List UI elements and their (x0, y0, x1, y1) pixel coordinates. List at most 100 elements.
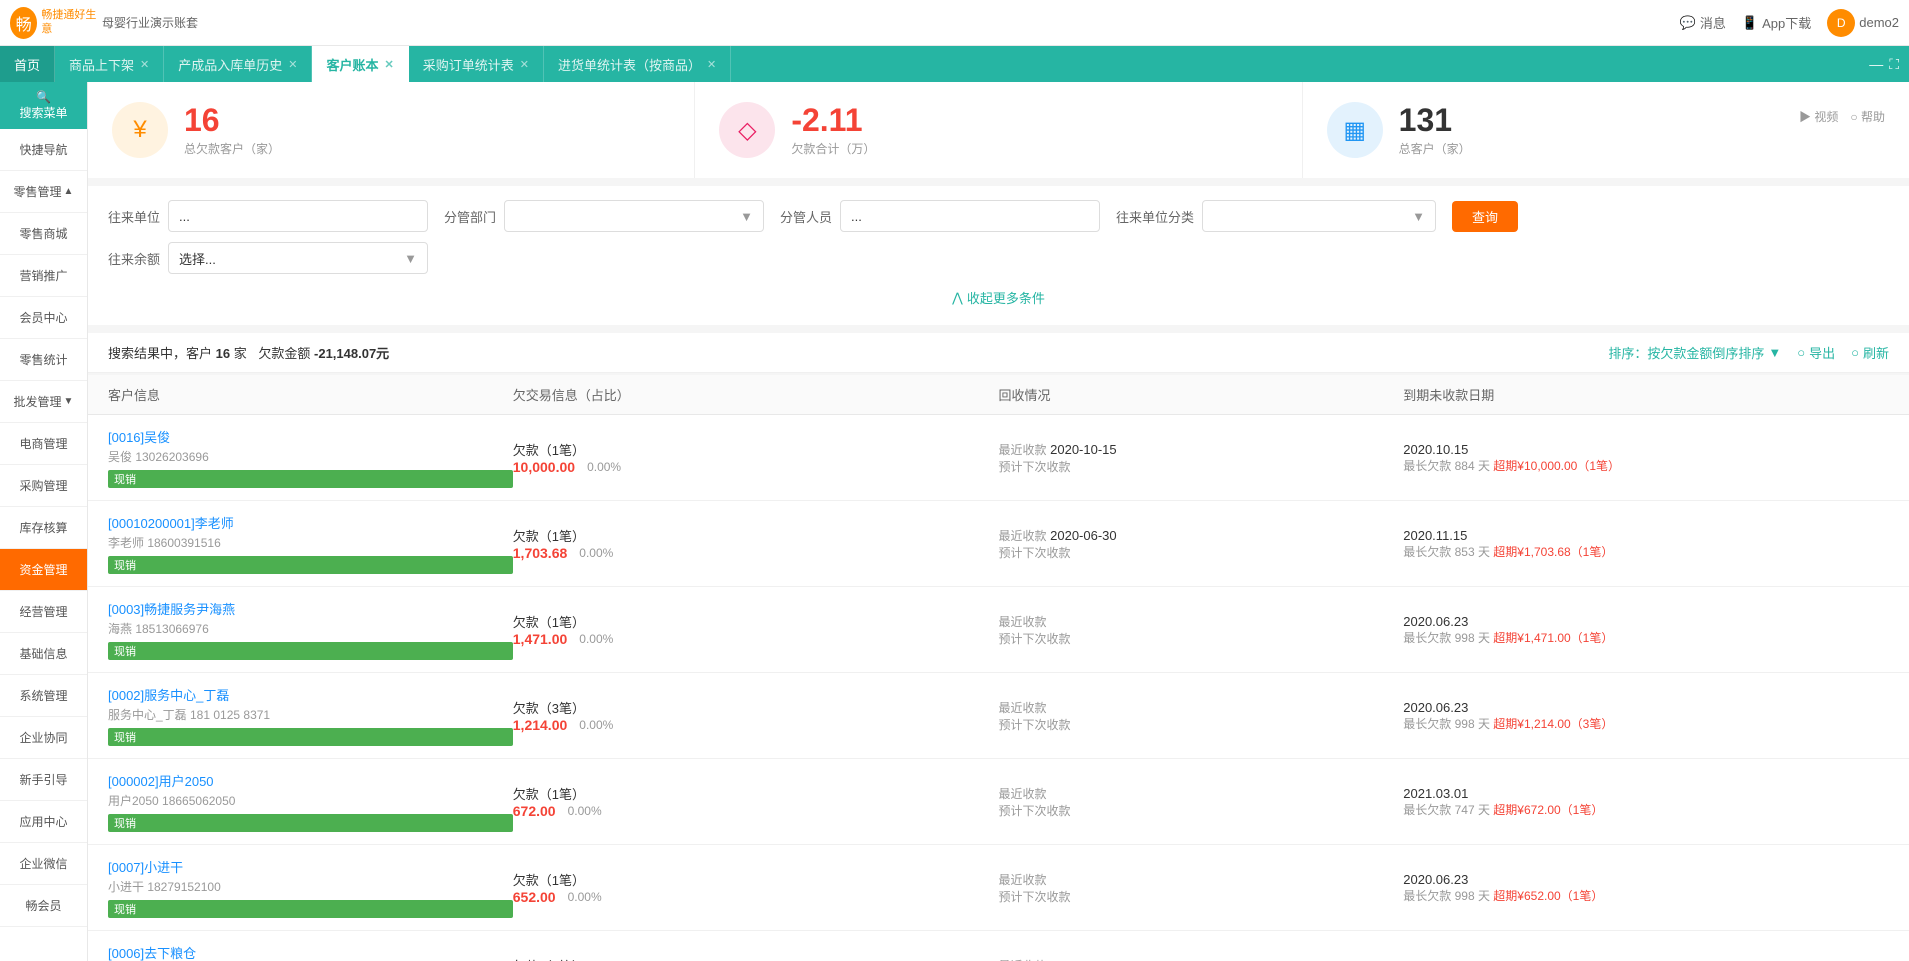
refresh-label: 刷新 (1863, 343, 1889, 362)
tab-purchase-stats[interactable]: 进货单统计表（按商品） ✕ (544, 46, 731, 82)
overdue-row: 最长欠款 884 天 超期¥10,000.00（1笔） (1403, 457, 1889, 474)
debt-percent: 0.00% (579, 632, 613, 646)
sidebar-item-quick-nav-label: 快捷导航 (19, 141, 67, 158)
customer-name-link[interactable]: [0003]畅捷服务尹海燕 (108, 599, 513, 618)
close-icon[interactable]: ✕ (520, 58, 529, 71)
filter-source-unit: 往来单位 ... (108, 200, 428, 232)
sidebar-item-retail-stats[interactable]: 零售统计 (0, 339, 87, 381)
user-menu[interactable]: D demo2 (1827, 9, 1899, 37)
tab-customer-account[interactable]: 客户账本 ✕ (312, 46, 408, 82)
customer-name-link[interactable]: [0007]小进干 (108, 857, 513, 876)
sidebar-item-purchase[interactable]: 采购管理 (0, 465, 87, 507)
maximize-icon[interactable]: ⛶ (1889, 56, 1899, 73)
customer-name-link[interactable]: [00010200001]李老师 (108, 513, 513, 532)
sidebar-item-pro-member[interactable]: 畅会员 (0, 885, 87, 927)
unit-category-select[interactable]: ▼ (1202, 200, 1436, 232)
tab-purchase-stats-label: 进货单统计表（按商品） (558, 55, 701, 74)
sidebar-item-quick-nav[interactable]: 快捷导航 (0, 129, 87, 171)
tab-purchase-order[interactable]: 采购订单统计表 ✕ (409, 46, 544, 82)
sidebar-item-basic-info[interactable]: 基础信息 (0, 633, 87, 675)
next-pay-row: 预计下次收款 (999, 802, 1404, 819)
overdue-amount-link[interactable]: 超期¥1,214.00（3笔） (1493, 717, 1613, 731)
main-layout: 🔍 搜索菜单 快捷导航 零售管理 ▲ 零售商城 营销推广 会员中心 零售统计 (0, 82, 1909, 961)
sidebar-item-sys[interactable]: 系统管理 (0, 675, 87, 717)
sidebar-item-app-center[interactable]: 应用中心 (0, 801, 87, 843)
debt-amount: 652.00 (513, 889, 556, 905)
sidebar-item-retail-mgmt[interactable]: 零售管理 ▲ (0, 171, 87, 213)
debt-total-info: -2.11 欠款合计（万） (791, 104, 875, 157)
dept-select[interactable]: ▼ (504, 200, 764, 232)
debt-amount: 1,471.00 (513, 631, 568, 647)
cell-recovery: 最近收款 预计下次收款 (999, 943, 1404, 961)
sidebar-item-marketing[interactable]: 营销推广 (0, 255, 87, 297)
app-download-action[interactable]: 📱 App下载 (1742, 13, 1811, 32)
source-unit-input[interactable]: ... (168, 200, 428, 232)
close-icon[interactable]: ✕ (385, 58, 394, 71)
sidebar-item-member[interactable]: 会员中心 (0, 297, 87, 339)
refresh-button[interactable]: ○ 刷新 (1851, 343, 1889, 362)
sidebar-item-finance[interactable]: 资金管理 (0, 549, 87, 591)
tab-product-shelf-label: 商品上下架 (69, 55, 134, 74)
overdue-amount-link[interactable]: 超期¥1,471.00（1笔） (1493, 631, 1613, 645)
balance-placeholder: 选择... (179, 249, 216, 268)
balance-select[interactable]: 选择... ▼ (168, 242, 428, 274)
overdue-amount-link[interactable]: 超期¥672.00（1笔） (1493, 803, 1603, 817)
sidebar-item-retail-mall[interactable]: 零售商城 (0, 213, 87, 255)
sidebar-item-ops[interactable]: 经营管理 (0, 591, 87, 633)
sidebar-search[interactable]: 🔍 搜索菜单 (0, 82, 87, 129)
balance-label: 往来余额 (108, 249, 160, 268)
video-help-btn[interactable]: ▶ 视频 (1799, 108, 1838, 125)
export-button[interactable]: ○ 导出 (1797, 343, 1835, 362)
next-pay-label: 预计下次收款 (999, 546, 1071, 560)
customer-tag: 现销 (108, 556, 513, 574)
sidebar-item-ecommerce[interactable]: 电商管理 (0, 423, 87, 465)
debt-amount: 672.00 (513, 803, 556, 819)
close-icon[interactable]: ✕ (707, 58, 716, 71)
sidebar-item-new-guide[interactable]: 新手引导 (0, 759, 87, 801)
customer-contact: 李老师 18600391516 (108, 534, 513, 551)
customer-contact: 小进干 18279152100 (108, 878, 513, 895)
sidebar-item-ecommerce-label: 电商管理 (19, 435, 67, 452)
last-pay-label: 最近收款 (999, 701, 1047, 715)
customer-name-link[interactable]: [0016]吴俊 (108, 427, 513, 446)
sidebar-search-label: 搜索菜单 (6, 104, 81, 121)
due-date-value: 2020.06.23 (1403, 614, 1889, 629)
debt-count: 欠款（3笔） (513, 698, 999, 717)
last-pay-row: 最近收款 (999, 699, 1404, 716)
overdue-amount-link[interactable]: 超期¥1,703.68（1笔） (1493, 545, 1613, 559)
customer-name-link[interactable]: [000002]用户2050 (108, 771, 513, 790)
next-pay-label: 预计下次收款 (999, 718, 1071, 732)
sidebar-item-app-center-label: 应用中心 (19, 813, 67, 830)
sidebar-item-new-guide-label: 新手引导 (19, 771, 67, 788)
manager-input[interactable]: ... (840, 200, 1100, 232)
customer-contact: 吴俊 13026203696 (108, 448, 513, 465)
sidebar-item-wholesale[interactable]: 批发管理 ▼ (0, 381, 87, 423)
table-row: [0016]吴俊 吴俊 13026203696 现销 欠款（1笔） 10,000… (88, 415, 1909, 501)
search-button[interactable]: 查询 (1452, 201, 1518, 232)
debt-customers-label: 总欠款客户（家） (184, 140, 280, 157)
overdue-amount-link[interactable]: 超期¥652.00（1笔） (1493, 889, 1603, 903)
filter-balance: 往来余额 选择... ▼ (108, 242, 428, 274)
sidebar-item-inventory[interactable]: 库存核算 (0, 507, 87, 549)
last-pay-label: 最近收款 (999, 529, 1047, 543)
tab-product-shelf[interactable]: 商品上下架 ✕ (55, 46, 164, 82)
tab-home[interactable]: 首页 (0, 46, 55, 82)
next-pay-row: 预计下次收款 (999, 544, 1404, 561)
cell-debt: 欠款（1笔） 10,000.00 0.00% (513, 427, 999, 488)
sidebar-item-enterprise-wechat[interactable]: 企业微信 (0, 843, 87, 885)
top-right-actions: 💬 消息 📱 App下载 D demo2 (1680, 9, 1899, 37)
sort-button[interactable]: 排序：按欠款金额倒序排序 ▼ (1608, 343, 1781, 362)
tab-product-history[interactable]: 产成品入库单历史 ✕ (164, 46, 312, 82)
sidebar-item-enterprise-coop[interactable]: 企业协同 (0, 717, 87, 759)
customer-name-link[interactable]: [0002]服务中心_丁磊 (108, 685, 513, 704)
message-action[interactable]: 💬 消息 (1680, 13, 1726, 32)
customer-name-link[interactable]: [0006]去下粮仓 (108, 943, 513, 961)
help-btn[interactable]: ○ 帮助 (1850, 108, 1885, 125)
close-icon[interactable]: ✕ (140, 58, 149, 71)
chevron-down-icon: ▲ (64, 186, 74, 197)
minimize-icon[interactable]: — (1869, 56, 1883, 72)
overdue-amount-link[interactable]: 超期¥10,000.00（1笔） (1493, 459, 1620, 473)
collapse-btn[interactable]: ⋀ 收起更多条件 (108, 284, 1889, 311)
overdue-days: 最长欠款 884 天 (1403, 459, 1493, 473)
close-icon[interactable]: ✕ (288, 58, 297, 71)
